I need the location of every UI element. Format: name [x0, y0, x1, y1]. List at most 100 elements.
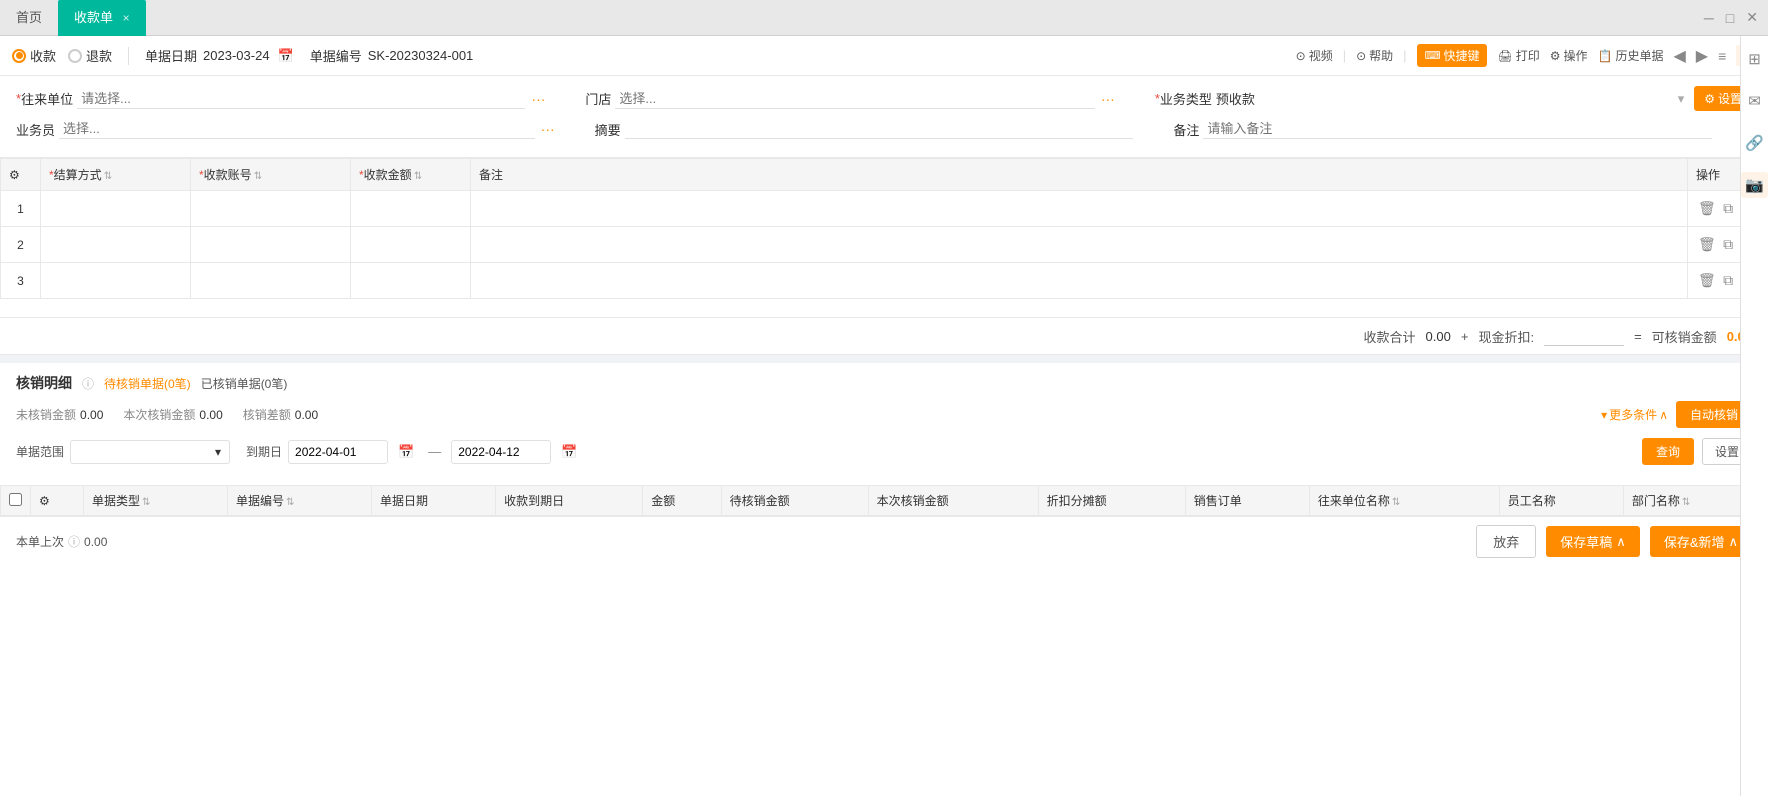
calendar-to-icon[interactable]: 📅 [561, 444, 577, 460]
remark-input[interactable] [1203, 119, 1712, 139]
pending-tab[interactable]: 待核销单据(0笔) [104, 375, 191, 392]
btype-chevron-icon[interactable]: ▾ [1678, 91, 1685, 107]
th-checkbox[interactable] [1, 486, 31, 516]
th-amount: *收款金额⇅ [351, 159, 471, 191]
row-1-remark[interactable] [471, 191, 1688, 227]
voucher-range-select[interactable]: ▾ [70, 440, 230, 464]
info-circle-icon[interactable]: ⓘ [68, 533, 80, 550]
salesperson-more-icon[interactable]: ··· [541, 121, 555, 137]
sidebar-camera-icon[interactable]: 📷 [1741, 172, 1768, 198]
detail-table: ⚙ 单据类型⇅ 单据编号⇅ 单据日期 收款到期日 金额 待核销金额 本次核销金额… [0, 485, 1768, 516]
section-divider [0, 355, 1768, 363]
sidebar-table-icon[interactable]: ⊞ [1744, 46, 1765, 72]
form-row-1: * 往来单位 ··· 门店 ··· * 业务类型 预收款 [16, 86, 1752, 111]
number-field: 单据编号 SK-20230324-001 [310, 46, 474, 65]
this-time-value: 0.00 [199, 408, 222, 422]
row-2-remark[interactable] [471, 227, 1688, 263]
row-2-settlement[interactable] [41, 227, 191, 263]
counterpart-input[interactable] [77, 89, 525, 109]
gear-icon: ⚙ [1704, 92, 1715, 106]
salesperson-input[interactable] [59, 119, 535, 139]
store-input[interactable] [615, 89, 1094, 109]
video-link[interactable]: ⊙ 视频 [1296, 47, 1333, 64]
prev-btn[interactable]: ◀ [1673, 46, 1685, 66]
maximize-btn[interactable]: □ [1724, 8, 1736, 28]
row-2-delete-btn[interactable]: 🗑 [1696, 234, 1718, 255]
discard-btn[interactable]: 放弃 [1476, 525, 1536, 558]
help-link[interactable]: ⊙ 帮助 [1356, 47, 1393, 64]
row-3-num: 3 [1, 263, 41, 299]
store-more-icon[interactable]: ··· [1101, 91, 1115, 107]
row-1-copy-btn[interactable]: ⧉ [1721, 198, 1735, 219]
date-calendar-icon[interactable]: 📅 [278, 48, 294, 64]
section-title: 核销明细 [16, 373, 72, 393]
row-3-remark[interactable] [471, 263, 1688, 299]
save-new-btn[interactable]: 保存&新增 ∧ [1650, 526, 1752, 557]
counterpart-more-icon[interactable]: ··· [531, 91, 545, 107]
th-staff-name: 员工名称 [1499, 486, 1623, 516]
tab-receipt[interactable]: 收款单 × [58, 0, 146, 36]
row-2-copy-btn[interactable]: ⧉ [1721, 234, 1735, 255]
table-row: 2 🗑 ⧉ [1, 227, 1768, 263]
toolbar-right-actions: ⊙ 视频 | ⊙ 帮助 | ⌨ 快捷键 🖨 打印 ⚙ [1296, 44, 1756, 67]
row-1-settlement[interactable] [41, 191, 191, 227]
discount-input[interactable] [1544, 326, 1624, 346]
date-to-input[interactable] [451, 440, 551, 464]
sidebar-mail-icon[interactable]: ✉ [1744, 88, 1765, 114]
row-1-amount[interactable] [351, 191, 471, 227]
sidebar-link-icon[interactable]: 🔗 [1741, 130, 1768, 156]
row-3-settlement[interactable] [41, 263, 191, 299]
select-all-checkbox[interactable] [9, 493, 22, 506]
row-1-account[interactable] [191, 191, 351, 227]
date-range-dash: — [428, 444, 441, 459]
receipt-radio[interactable]: 收款 [12, 46, 56, 65]
row-1-num: 1 [1, 191, 41, 227]
right-sidebar: ⊞ ✉ 🔗 📷 [1740, 36, 1768, 796]
close-btn[interactable]: ✕ [1744, 7, 1760, 28]
done-tab[interactable]: 已核销单据(0笔) [201, 375, 288, 392]
th-gear[interactable]: ⚙ [1, 159, 41, 191]
list-view-btn[interactable]: ≡ [1718, 48, 1726, 64]
th-doc-date: 单据日期 [372, 486, 496, 516]
save-draft-btn[interactable]: 保存草稿 ∧ [1546, 526, 1640, 557]
row-3-amount[interactable] [351, 263, 471, 299]
items-table: ⚙ *结算方式⇅ *收款账号⇅ *收款金额⇅ 备注 操作 [0, 158, 1768, 299]
summary-field: 摘要 [595, 119, 1134, 139]
tab-home[interactable]: 首页 [0, 0, 58, 36]
row-2-account[interactable] [191, 227, 351, 263]
refund-radio-dot [68, 49, 82, 63]
tab-bar: 首页 收款单 × ─ □ ✕ [0, 0, 1768, 36]
calendar-from-icon[interactable]: 📅 [398, 444, 414, 460]
footer-info: 本单上次 ⓘ 0.00 [16, 533, 107, 550]
info-icon[interactable]: ⓘ [82, 375, 94, 392]
refund-radio[interactable]: 退款 [68, 46, 112, 65]
history-link[interactable]: 📋 历史单据 [1598, 47, 1664, 64]
more-conditions-btn[interactable]: ▾ 更多条件 ∧ [1601, 401, 1668, 428]
divider-1 [128, 47, 129, 65]
table-row: 3 🗑 ⧉ [1, 263, 1768, 299]
table-gear-icon: ⚙ [9, 168, 20, 182]
row-3-delete-btn[interactable]: 🗑 [1696, 270, 1718, 291]
btype-label: 业务类型 [1160, 89, 1212, 108]
operation-link[interactable]: ⚙ 操作 [1550, 47, 1588, 64]
row-1-delete-btn[interactable]: 🗑 [1696, 198, 1718, 219]
row-2-amount[interactable] [351, 227, 471, 263]
diff-stat: 核销差额 0.00 [243, 406, 318, 423]
th-gear-detail[interactable]: ⚙ [31, 486, 84, 516]
row-3-copy-btn[interactable]: ⧉ [1721, 270, 1735, 291]
print-link[interactable]: 🖨 打印 [1497, 47, 1539, 64]
summary-bar: 收款合计 0.00 + 现金折扣: = 可核销金额 0.00 [0, 318, 1768, 355]
uncancelled-value: 0.00 [80, 408, 103, 422]
minimize-btn[interactable]: ─ [1702, 8, 1716, 28]
date-from-input[interactable] [288, 440, 388, 464]
next-btn[interactable]: ▶ [1696, 46, 1708, 66]
shortcut-btn[interactable]: ⌨ 快捷键 [1417, 44, 1488, 67]
counterpart-label: 往来单位 [21, 89, 73, 108]
tab-close-icon[interactable]: × [123, 11, 130, 25]
date-label: 单据日期 [145, 46, 197, 65]
row-3-account[interactable] [191, 263, 351, 299]
writeoff-header: 核销明细 ⓘ 待核销单据(0笔) 已核销单据(0笔) [16, 373, 1752, 393]
voucher-range-field: 单据范围 ▾ [16, 440, 230, 464]
summary-input[interactable] [625, 119, 1134, 139]
query-btn[interactable]: 查询 [1642, 438, 1694, 465]
